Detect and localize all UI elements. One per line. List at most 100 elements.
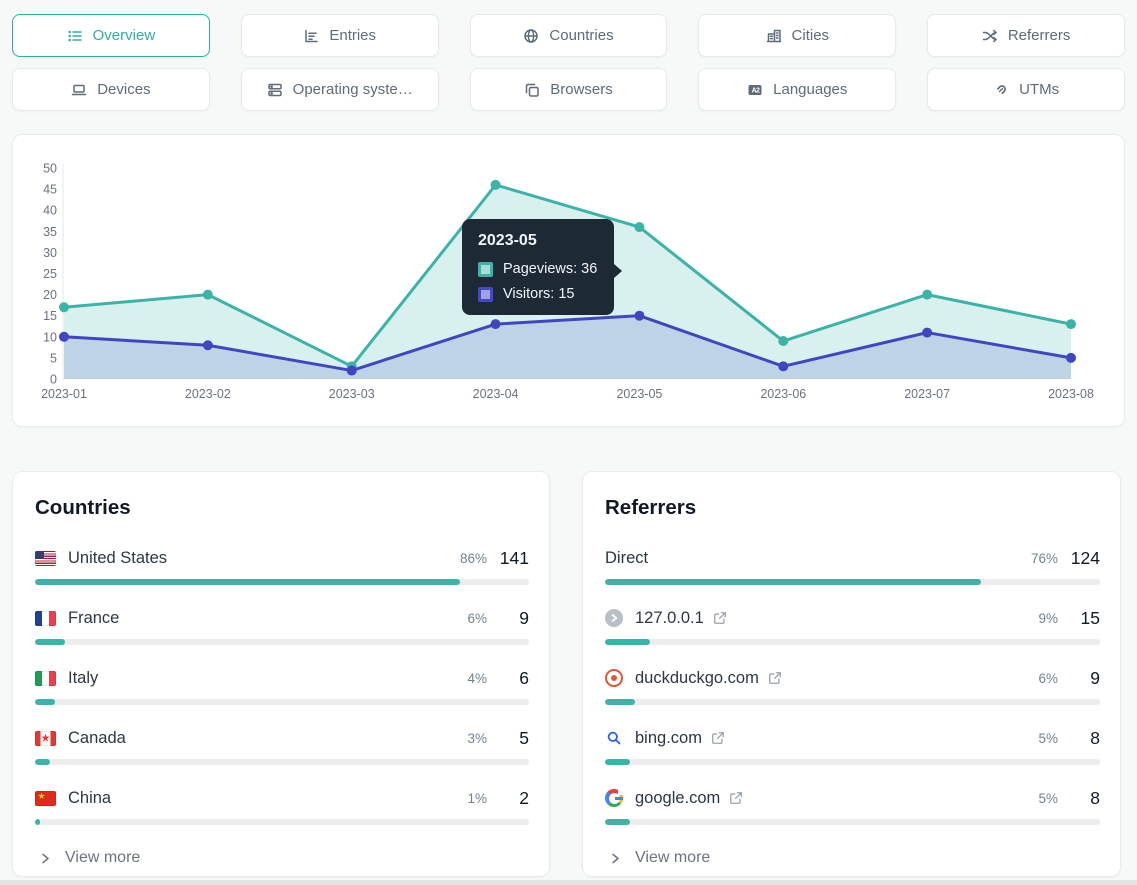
countrie-row: Canada3%5 <box>35 726 529 765</box>
stat-row-count: 15 <box>1068 608 1100 629</box>
stat-row-percent: 6% <box>1038 671 1058 686</box>
tab-cities[interactable]: Cities <box>698 14 896 57</box>
laptop-icon <box>71 82 87 98</box>
visitors-point-2023-06[interactable] <box>778 361 788 371</box>
tooltip-visitors-value: Visitors: 15 <box>503 286 574 302</box>
pageviews-point-2023-02[interactable] <box>203 290 213 300</box>
stat-row-percent: 1% <box>467 791 487 806</box>
tab-languages[interactable]: A2Languages <box>698 68 896 111</box>
tab-utms[interactable]: UTMs <box>927 68 1125 111</box>
france-flag <box>35 611 56 626</box>
referrers-view-more-link[interactable]: View more <box>605 849 1100 867</box>
viewport-bottom-strip <box>0 880 1137 885</box>
stat-row-name[interactable]: bing.com <box>635 729 702 748</box>
stat-row-bar-track <box>605 699 1100 705</box>
stat-row-percent: 86% <box>460 551 487 566</box>
tab-overview[interactable]: Overview <box>12 14 210 57</box>
pageviews-point-2023-05[interactable] <box>634 222 644 232</box>
stat-row-count: 2 <box>497 788 529 809</box>
stat-row-name[interactable]: google.com <box>635 789 720 808</box>
stat-row-head: United States86%141 <box>35 546 529 570</box>
stat-row-bar-track <box>605 759 1100 765</box>
pageviews-point-2023-06[interactable] <box>778 336 788 346</box>
y-tick-label: 40 <box>43 204 57 218</box>
pageviews-point-2023-08[interactable] <box>1066 319 1076 329</box>
y-tick-label: 20 <box>43 288 57 302</box>
list-icon <box>67 28 83 44</box>
stat-row-bar-fill <box>605 759 630 765</box>
stat-row-name[interactable]: 127.0.0.1 <box>635 609 704 628</box>
referrer-row: google.com5%8 <box>605 786 1100 825</box>
stat-row-count: 9 <box>1068 668 1100 689</box>
china-flag <box>35 791 56 806</box>
tab-entries[interactable]: Entries <box>241 14 439 57</box>
stat-row-bar-fill <box>35 579 460 585</box>
united-states-flag <box>35 551 56 566</box>
stat-row-bar-track <box>35 819 529 825</box>
visitors-point-2023-08[interactable] <box>1066 353 1076 363</box>
visitors-point-2023-02[interactable] <box>203 340 213 350</box>
visitors-point-2023-07[interactable] <box>922 328 932 338</box>
visitors-point-2023-05[interactable] <box>634 311 644 321</box>
countrie-row: France6%9 <box>35 606 529 645</box>
external-link-icon[interactable] <box>768 671 782 685</box>
tab-operating-systems[interactable]: Operating syste… <box>241 68 439 111</box>
visitors-point-2023-04[interactable] <box>491 319 501 329</box>
countrie-row: Italy4%6 <box>35 666 529 705</box>
x-tick-label: 2023-07 <box>904 387 950 401</box>
chart-tooltip: 2023-05 Pageviews: 36 Visitors: 15 <box>462 219 614 315</box>
buildings-icon <box>766 28 782 44</box>
stat-row-count: 141 <box>497 548 529 569</box>
italy-flag <box>35 671 56 686</box>
countries-view-more-link[interactable]: View more <box>35 849 529 867</box>
svg-text:2: 2 <box>756 87 760 94</box>
external-link-icon[interactable] <box>711 731 725 745</box>
y-tick-label: 5 <box>50 351 57 365</box>
tooltip-pageviews-row: Pageviews: 36 <box>478 261 600 277</box>
external-link-icon[interactable] <box>713 611 727 625</box>
tab-countries[interactable]: Countries <box>470 14 668 57</box>
tab-label: Countries <box>549 27 613 44</box>
chevron-right-icon <box>39 852 52 865</box>
referrer-row: 127.0.0.1 9% 15 <box>605 606 1100 645</box>
pageviews-point-2023-01[interactable] <box>59 302 69 312</box>
y-tick-label: 35 <box>43 225 57 239</box>
stat-row-percent: 76% <box>1031 551 1058 566</box>
stat-row-count: 9 <box>497 608 529 629</box>
stat-row-bar-track <box>605 819 1100 825</box>
tooltip-pageviews-value: Pageviews: 36 <box>503 261 597 277</box>
tab-browsers[interactable]: Browsers <box>470 68 668 111</box>
stat-row-name[interactable]: duckduckgo.com <box>635 669 759 688</box>
stat-row-bar-fill <box>605 819 630 825</box>
stat-row-count: 124 <box>1068 548 1100 569</box>
stat-row-percent: 9% <box>1038 611 1058 626</box>
link-icon <box>993 82 1009 98</box>
visitors-point-2023-01[interactable] <box>59 332 69 342</box>
y-tick-label: 25 <box>43 267 57 281</box>
stat-row-bar-fill <box>605 639 650 645</box>
stat-row-head: Direct76%124 <box>605 546 1100 570</box>
pageviews-point-2023-04[interactable] <box>491 180 501 190</box>
countrie-row: China1%2 <box>35 786 529 825</box>
countries-card-title: Countries <box>35 496 529 520</box>
google-icon <box>605 789 623 807</box>
y-tick-label: 15 <box>43 309 57 323</box>
x-tick-label: 2023-06 <box>760 387 806 401</box>
y-tick-label: 45 <box>43 183 57 197</box>
stat-row-head: google.com5%8 <box>605 786 1100 810</box>
visitors-legend-swatch <box>478 287 493 302</box>
browser-icon <box>524 82 540 98</box>
stat-row-count: 6 <box>497 668 529 689</box>
stat-row-bar-track <box>35 579 529 585</box>
tab-devices[interactable]: Devices <box>12 68 210 111</box>
stat-row-name: France <box>68 609 119 628</box>
external-link-icon[interactable] <box>729 791 743 805</box>
stat-row-head: duckduckgo.com 6% 9 <box>605 666 1100 690</box>
visitors-point-2023-03[interactable] <box>347 366 357 376</box>
tab-label: Cities <box>792 27 830 44</box>
tab-referrers[interactable]: Referrers <box>927 14 1125 57</box>
pageviews-point-2023-07[interactable] <box>922 290 932 300</box>
stat-row-head: France6%9 <box>35 606 529 630</box>
stat-row-count: 8 <box>1068 788 1100 809</box>
stat-row-bar-track <box>35 759 529 765</box>
